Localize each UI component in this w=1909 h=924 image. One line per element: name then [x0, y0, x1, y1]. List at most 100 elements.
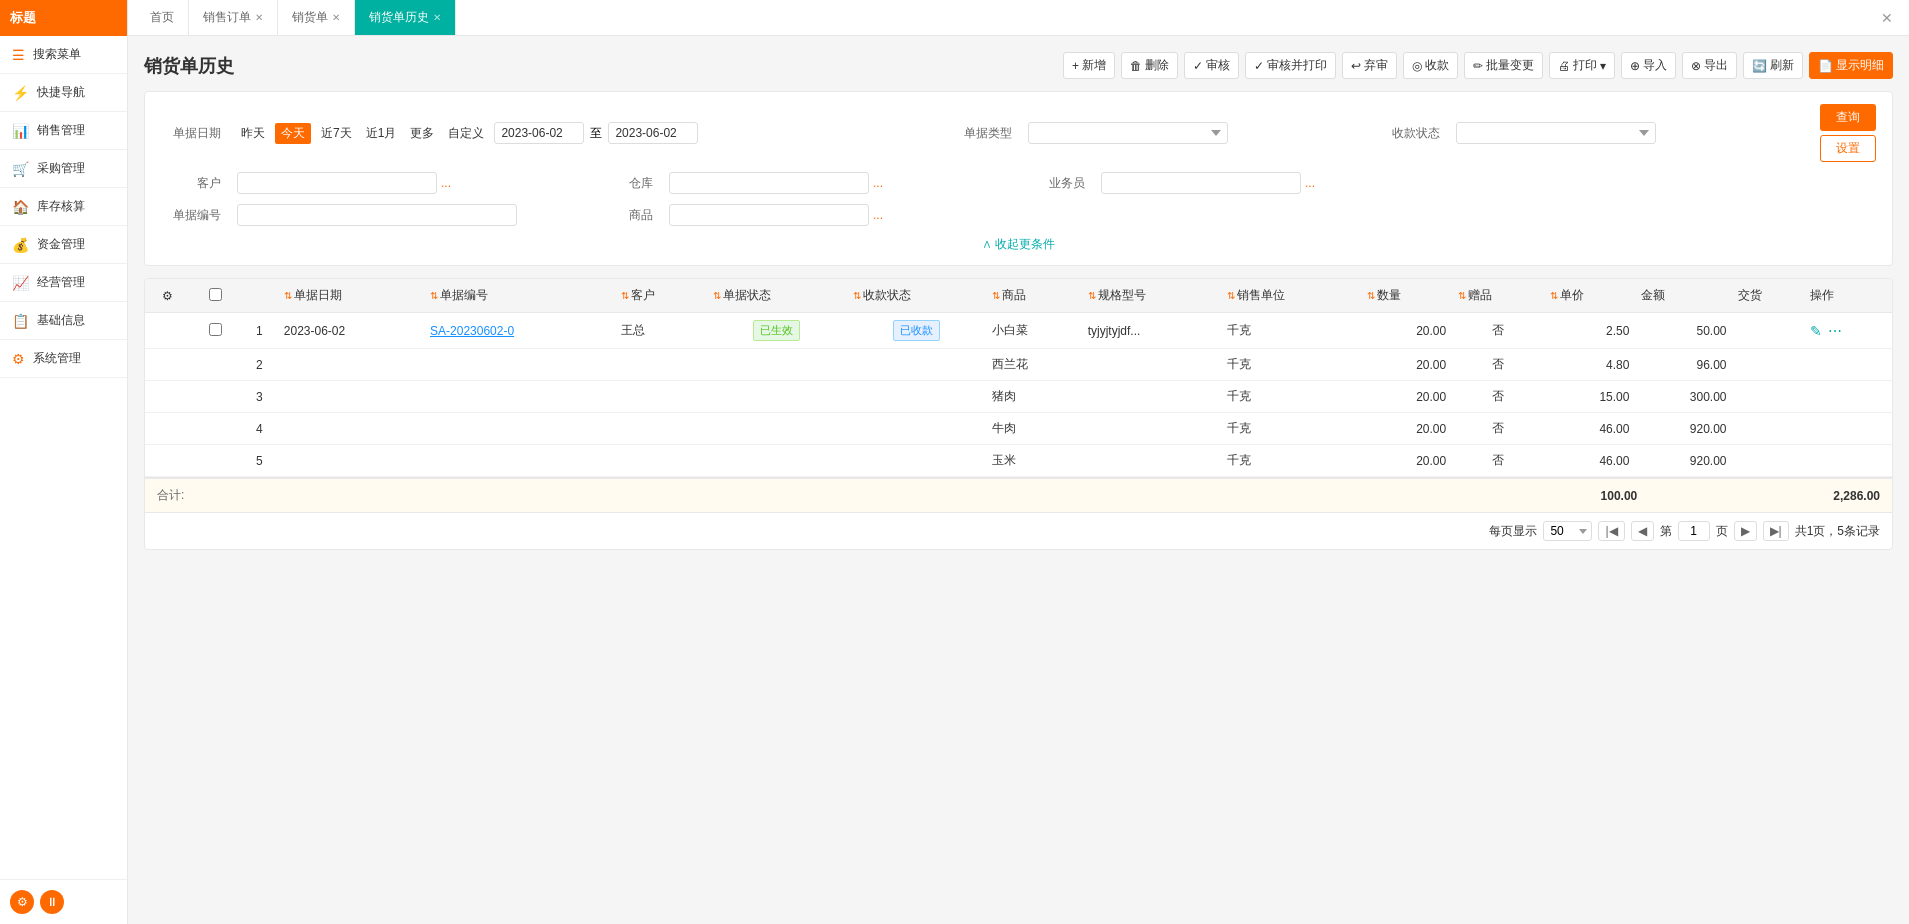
- edit-action-icon[interactable]: ✎: [1810, 323, 1822, 339]
- cell-doc-no: [424, 381, 615, 413]
- date-separator: 至: [590, 125, 602, 142]
- salesperson-input[interactable]: [1101, 172, 1301, 194]
- cell-goods: 玉米: [986, 445, 1082, 477]
- shortcut-custom[interactable]: 自定义: [444, 123, 488, 144]
- customer-input[interactable]: [237, 172, 437, 194]
- shortcut-7days[interactable]: 近7天: [317, 123, 356, 144]
- col-collect-status[interactable]: ⇅收款状态: [847, 279, 986, 313]
- shortcut-today[interactable]: 今天: [275, 123, 311, 144]
- tab-sales-order[interactable]: 销售订单 ✕: [189, 0, 278, 35]
- sidebar-item-basic-info[interactable]: 📋 基础信息: [0, 302, 127, 340]
- col-index: [241, 279, 278, 313]
- next-page-button[interactable]: ▶: [1734, 521, 1757, 541]
- print-button[interactable]: 🖨 打印 ▾: [1549, 52, 1615, 79]
- sidebar-item-system-mgmt[interactable]: ⚙ 系统管理: [0, 340, 127, 378]
- show-detail-button[interactable]: 📄 显示明细: [1809, 52, 1893, 79]
- shortcut-yesterday[interactable]: 昨天: [237, 123, 269, 144]
- col-doc-no[interactable]: ⇅单据编号: [424, 279, 615, 313]
- row-checkbox[interactable]: [209, 323, 222, 336]
- add-button[interactable]: + 新增: [1063, 52, 1115, 79]
- tab-close-sales-history[interactable]: ✕: [433, 12, 441, 23]
- sidebar-item-inventory[interactable]: 🏠 库存核算: [0, 188, 127, 226]
- abandon-button[interactable]: ↩ 弃审: [1342, 52, 1397, 79]
- warehouse-input[interactable]: [669, 172, 869, 194]
- date-from-input[interactable]: [494, 122, 584, 144]
- batch-change-button[interactable]: ✏ 批量变更: [1464, 52, 1543, 79]
- select-all-checkbox[interactable]: [209, 288, 222, 301]
- filter-collapse-button[interactable]: ∧ 收起更条件: [161, 236, 1876, 253]
- sidebar-item-quick-nav[interactable]: ⚡ 快捷导航: [0, 74, 127, 112]
- collect-button[interactable]: ◎ 收款: [1403, 52, 1458, 79]
- sidebar-item-ops-mgmt[interactable]: 📈 经营管理: [0, 264, 127, 302]
- cell-doc-status: [707, 349, 846, 381]
- col-gift[interactable]: ⇅赠品: [1452, 279, 1544, 313]
- sidebar-item-label: 销售管理: [37, 122, 85, 139]
- col-qty[interactable]: ⇅数量: [1361, 279, 1453, 313]
- audit-print-button[interactable]: ✓ 审核并打印: [1245, 52, 1336, 79]
- page-size-select[interactable]: 50 20 100: [1543, 521, 1592, 541]
- col-doc-status[interactable]: ⇅单据状态: [707, 279, 846, 313]
- tab-sales-goods[interactable]: 销货单 ✕: [278, 0, 355, 35]
- sidebar-item-purchase-mgmt[interactable]: 🛒 采购管理: [0, 150, 127, 188]
- close-all-tabs-button[interactable]: ✕: [1873, 10, 1901, 26]
- col-spec[interactable]: ⇅规格型号: [1082, 279, 1221, 313]
- customer-ellipsis[interactable]: ...: [441, 176, 451, 190]
- sidebar-item-label: 资金管理: [37, 236, 85, 253]
- data-table-container: ⚙ ⇅单据日期 ⇅单据编号 ⇅客户 ⇅单据状态 ⇅收款状态 ⇅商品 ⇅规格型号 …: [144, 278, 1893, 550]
- tab-home[interactable]: 首页: [136, 0, 189, 35]
- cell-actions: ✎ ⋯: [1804, 313, 1892, 349]
- date-to-input[interactable]: [608, 122, 698, 144]
- import-button[interactable]: ⊕ 导入: [1621, 52, 1676, 79]
- tab-sales-history[interactable]: 销货单历史 ✕: [355, 0, 456, 35]
- doc-no-input[interactable]: [237, 204, 517, 226]
- sidebar-pause-button[interactable]: ⏸: [40, 890, 64, 914]
- sidebar-item-label: 库存核算: [37, 198, 85, 215]
- first-page-button[interactable]: |◀: [1598, 521, 1624, 541]
- shortcut-more[interactable]: 更多: [406, 123, 438, 144]
- tab-close-sales-goods[interactable]: ✕: [332, 12, 340, 23]
- cell-doc-no: [424, 445, 615, 477]
- cell-amount: 96.00: [1635, 349, 1732, 381]
- col-unit[interactable]: ⇅销售单位: [1221, 279, 1360, 313]
- col-price[interactable]: ⇅单价: [1544, 279, 1636, 313]
- goods-input[interactable]: [669, 204, 869, 226]
- page-number-input[interactable]: [1678, 521, 1710, 541]
- audit-button[interactable]: ✓ 审核: [1184, 52, 1239, 79]
- salesperson-ellipsis[interactable]: ...: [1305, 176, 1315, 190]
- app-title: 标题: [0, 0, 127, 36]
- sidebar-item-finance[interactable]: 💰 资金管理: [0, 226, 127, 264]
- warehouse-ellipsis[interactable]: ...: [873, 176, 883, 190]
- query-button[interactable]: 查询: [1820, 104, 1876, 131]
- prev-page-button[interactable]: ◀: [1631, 521, 1654, 541]
- last-page-button[interactable]: ▶|: [1763, 521, 1789, 541]
- refresh-button[interactable]: 🔄 刷新: [1743, 52, 1803, 79]
- doc-no-control: [237, 204, 577, 226]
- goods-ellipsis[interactable]: ...: [873, 208, 883, 222]
- main-content: 首页 销售订单 ✕ 销货单 ✕ 销货单历史 ✕ ✕ 销货单历史 + 新增: [128, 0, 1909, 924]
- cell-doc-date: [278, 381, 424, 413]
- cell-qty: 20.00: [1361, 313, 1453, 349]
- col-customer[interactable]: ⇅客户: [615, 279, 707, 313]
- sidebar-settings-button[interactable]: ⚙: [10, 890, 34, 914]
- cell-index: 2: [241, 349, 278, 381]
- collect-status-select[interactable]: [1456, 122, 1656, 144]
- cell-gift: 否: [1452, 349, 1544, 381]
- export-button[interactable]: ⊗ 导出: [1682, 52, 1737, 79]
- sidebar-item-label: 采购管理: [37, 160, 85, 177]
- sidebar-item-sales-mgmt[interactable]: 📊 销售管理: [0, 112, 127, 150]
- doc-type-label: 单据类型: [956, 125, 1012, 142]
- doc-type-select[interactable]: [1028, 122, 1228, 144]
- show-detail-icon: 📄: [1818, 59, 1833, 73]
- col-settings[interactable]: ⚙: [145, 279, 191, 313]
- sidebar-item-search-menu[interactable]: ☰ 搜索菜单: [0, 36, 127, 74]
- shortcut-1month[interactable]: 近1月: [362, 123, 401, 144]
- doc-no-link[interactable]: SA-20230602-0: [430, 324, 514, 338]
- col-goods[interactable]: ⇅商品: [986, 279, 1082, 313]
- delete-button[interactable]: 🗑 删除: [1121, 52, 1178, 79]
- more-action-icon[interactable]: ⋯: [1828, 323, 1842, 339]
- sidebar-item-label: 基础信息: [37, 312, 85, 329]
- cell-spec: [1082, 445, 1221, 477]
- setting-button[interactable]: 设置: [1820, 135, 1876, 162]
- col-doc-date[interactable]: ⇅单据日期: [278, 279, 424, 313]
- tab-close-sales-order[interactable]: ✕: [255, 12, 263, 23]
